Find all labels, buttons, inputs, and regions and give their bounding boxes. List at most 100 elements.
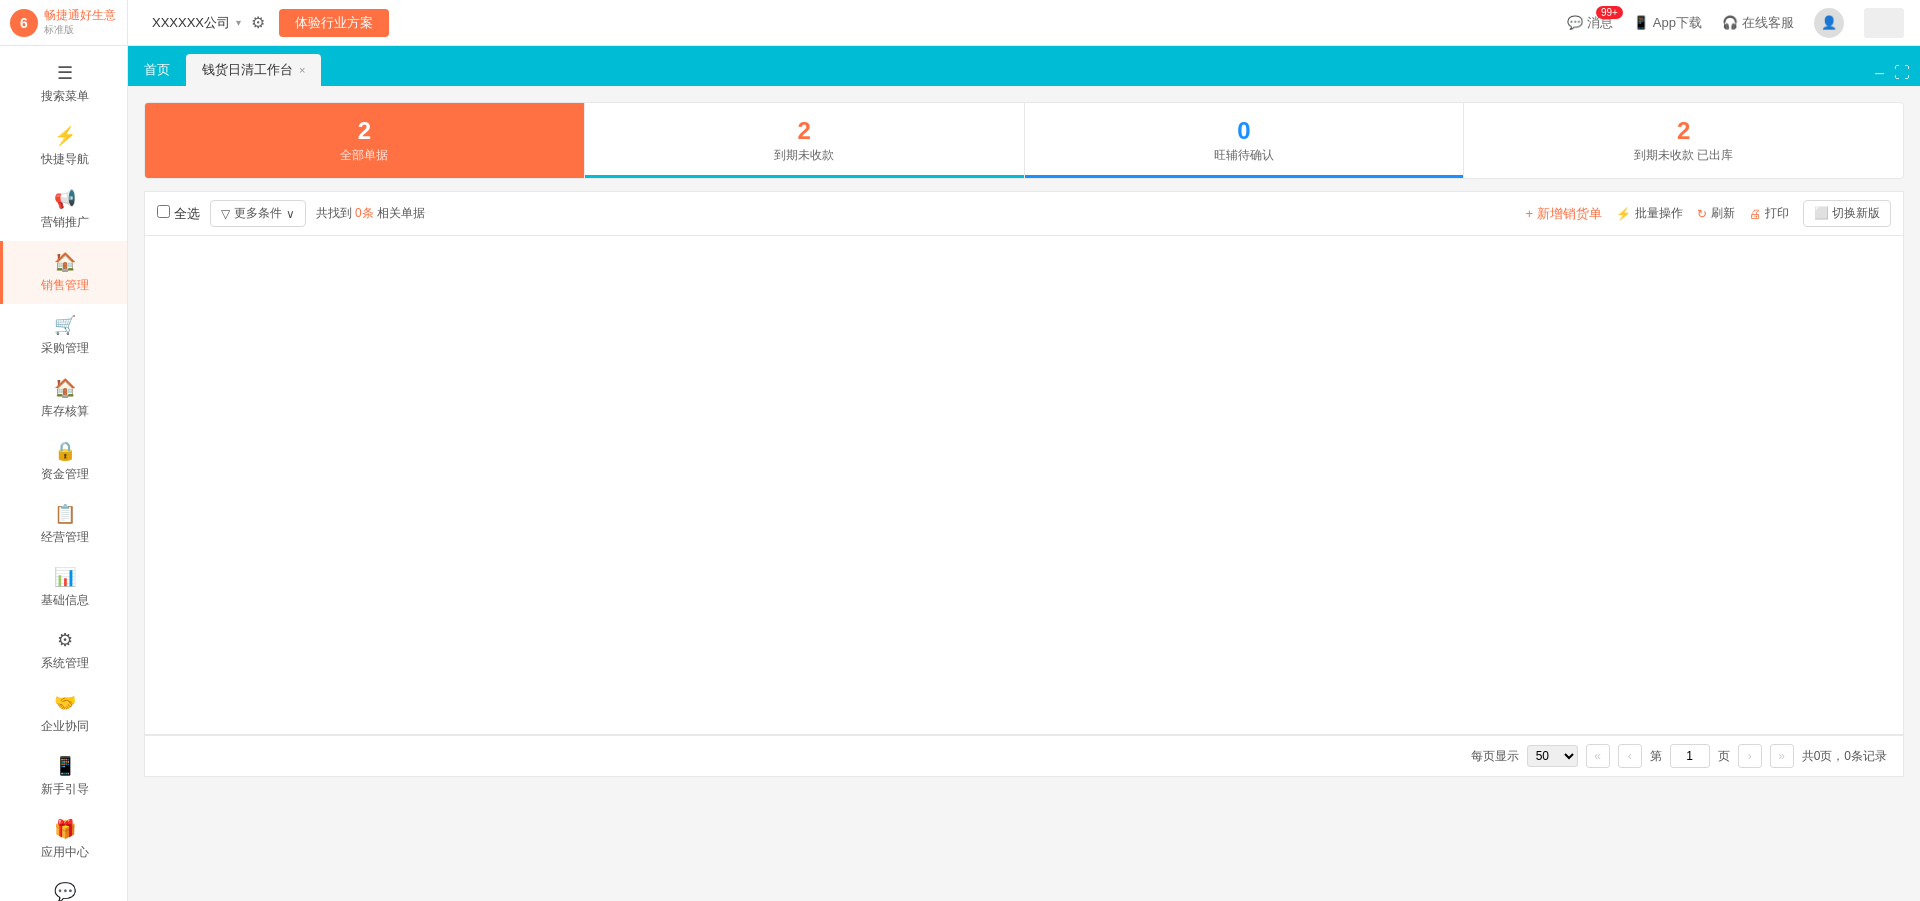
card-label-wangwang: 旺辅待确认 [1045,147,1444,164]
card-label-overdue-out: 到期未收款 已出库 [1484,147,1883,164]
search-menu-label: 搜索菜单 [41,88,89,105]
switch-version-label: 切换新版 [1832,206,1880,220]
pagination: 每页显示 50 100 200 « ‹ 第 页 › » 共0页，0条记录 [144,735,1904,777]
refresh-label: 刷新 [1711,205,1735,222]
page-size-select[interactable]: 50 100 200 [1527,745,1578,767]
purchase-label: 采购管理 [41,340,89,357]
sidebar-item-inventory[interactable]: 🏠库存核算 [0,367,127,430]
card-underline-overdue-out [1464,175,1903,178]
summary-card-wangwang[interactable]: 0 旺辅待确认 [1025,103,1465,178]
summary-card-all[interactable]: 2 全部单据 [145,103,585,178]
app-download-btn[interactable]: 📱 App下载 [1633,14,1702,32]
settings-icon[interactable]: ⚙ [251,13,265,32]
current-page-input[interactable] [1670,744,1710,768]
sidebar-item-system[interactable]: ⚙系统管理 [0,619,127,682]
print-btn[interactable]: 🖨 打印 [1749,205,1789,222]
sidebar-item-finance[interactable]: 🔒资金管理 [0,430,127,493]
prev-page-btn[interactable]: ‹ [1618,744,1642,768]
top-bar: XXXXXX公司 ▾ ⚙ 体验行业方案 💬 消息 99+ 📱 App下载 🎧 在… [128,0,1920,46]
user-icon: 👤 [1821,15,1837,30]
sidebar-item-marketing[interactable]: 📢营销推广 [0,178,127,241]
sidebar-item-enterprise[interactable]: 🤝企业协同 [0,682,127,745]
filter-label: 更多条件 [234,205,282,222]
sidebar-item-purchase[interactable]: 🛒采购管理 [0,304,127,367]
system-label: 系统管理 [41,655,89,672]
guide-icon: 📱 [54,755,76,777]
close-tab-icon[interactable]: × [299,64,305,76]
next-page-btn[interactable]: › [1738,744,1762,768]
chevron-down-icon: ▾ [236,17,241,28]
found-text: 共找到 0条 相关单据 [316,205,425,222]
first-page-btn[interactable]: « [1586,744,1610,768]
message-badge: 99+ [1596,6,1623,19]
filter-button[interactable]: ▽ 更多条件 ∨ [210,200,306,227]
sidebar-item-search-menu[interactable]: ☰搜索菜单 [0,52,127,115]
new-order-button[interactable]: + 新增销货单 [1525,205,1601,223]
company-name: XXXXXX公司 [152,14,230,32]
message-btn[interactable]: 💬 消息 99+ [1567,14,1613,32]
sidebar-item-quick-nav[interactable]: ⚡快捷导航 [0,115,127,178]
logo-icon: 6 [10,9,38,37]
finance-label: 资金管理 [41,466,89,483]
select-all-checkbox[interactable]: 全选 [157,205,200,223]
total-label: 共0页，0条记录 [1802,748,1887,765]
card-num-overdue: 2 [605,117,1004,145]
logo-tag: 标准版 [44,23,116,37]
sidebar-item-operation[interactable]: 📋经营管理 [0,493,127,556]
toolbar: 全选 ▽ 更多条件 ∨ 共找到 0条 相关单据 + 新增销货单 ⚡ 批量操作 ↻ [144,191,1904,235]
toolbar-left: 全选 ▽ 更多条件 ∨ 共找到 0条 相关单据 [157,200,425,227]
base-info-label: 基础信息 [41,592,89,609]
minimize-icon[interactable]: – [1875,64,1884,82]
tab-home[interactable]: 首页 [128,54,186,86]
sidebar-item-base-info[interactable]: 📊基础信息 [0,556,127,619]
select-all-input[interactable] [157,205,170,218]
print-label: 打印 [1765,205,1789,222]
inventory-label: 库存核算 [41,403,89,420]
last-page-icon: » [1778,749,1785,763]
first-page-icon: « [1594,749,1601,763]
operation-icon: 📋 [54,503,76,525]
sidebar-logo: 6 畅捷通好生意 标准版 [0,0,127,46]
sidebar-item-sales[interactable]: 🏠销售管理 [0,241,127,304]
batch-operation-btn[interactable]: ⚡ 批量操作 [1616,205,1683,222]
home-tab-label: 首页 [144,61,170,79]
main-content: 2 全部单据 2 到期未收款 0 旺辅待确认 2 到期未收款 已出库 全选 ▽ … [128,86,1920,901]
card-num-overdue-out: 2 [1484,117,1883,145]
enterprise-icon: 🤝 [54,692,76,714]
found-count: 0条 [355,206,374,220]
nav-tabs: 首页 钱货日清工作台 × – ⛶ [128,46,1920,86]
active-tab-label: 钱货日清工作台 [202,61,293,79]
maximize-icon[interactable]: ⛶ [1894,64,1910,82]
message-icon: 💬 [1567,15,1583,30]
summary-card-overdue[interactable]: 2 到期未收款 [585,103,1025,178]
company-selector[interactable]: XXXXXX公司 ▾ [152,14,241,32]
summary-card-overdue-out[interactable]: 2 到期未收款 已出库 [1464,103,1903,178]
tab-qhrc[interactable]: 钱货日清工作台 × [186,54,321,86]
app-icon: 📱 [1633,15,1649,30]
quick-nav-label: 快捷导航 [41,151,89,168]
sidebar-item-app-center[interactable]: 🎁应用中心 [0,808,127,871]
sidebar: 6 畅捷通好生意 标准版 ☰搜索菜单⚡快捷导航📢营销推广🏠销售管理🛒采购管理🏠库… [0,0,128,901]
card-num-wangwang: 0 [1045,117,1444,145]
refresh-btn[interactable]: ↻ 刷新 [1697,205,1735,222]
card-underline-all [145,175,584,178]
switch-label: ⬜ [1814,206,1832,220]
select-all-label: 全选 [174,206,200,221]
guide-label: 新手引导 [41,781,89,798]
switch-version-button[interactable]: ⬜ 切换新版 [1803,200,1891,227]
batch-label: 批量操作 [1635,205,1683,222]
avatar[interactable]: 👤 [1814,8,1844,38]
marketing-label: 营销推广 [41,214,89,231]
page-size-label: 每页显示 [1471,748,1519,765]
online-service-btn[interactable]: 🎧 在线客服 [1722,14,1794,32]
logo-text-area: 畅捷通好生意 标准版 [44,8,116,38]
sidebar-item-guide[interactable]: 📱 新手引导 [0,745,127,808]
last-page-btn[interactable]: » [1770,744,1794,768]
logo-name: 畅捷通好生意 [44,8,116,24]
filter-icon: ▽ [221,207,230,221]
trial-button[interactable]: 体验行业方案 [279,9,389,37]
sidebar-item-wechat[interactable]: 💬企业微信 [0,871,127,901]
card-underline-wangwang [1025,175,1464,178]
wechat-icon: 💬 [54,881,76,901]
app-center-label: 应用中心 [41,844,89,861]
